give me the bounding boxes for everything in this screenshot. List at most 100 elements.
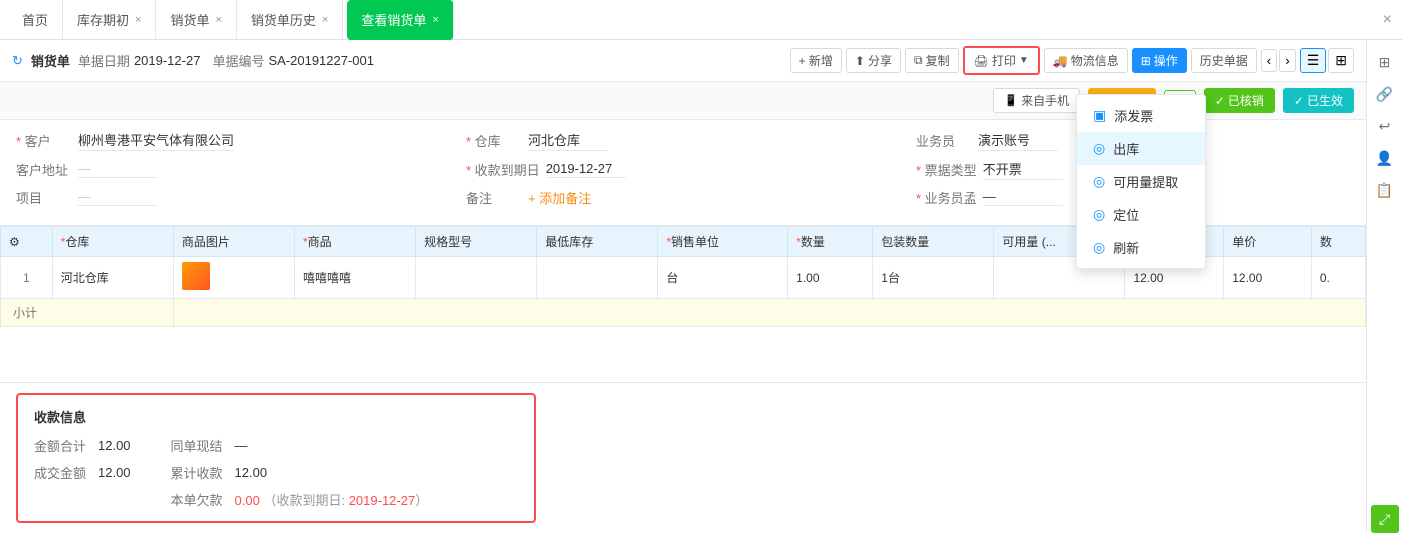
confirmed-cancelled-button[interactable]: ✓ 已核销 — [1204, 88, 1275, 113]
col-product: *商品 — [294, 227, 415, 257]
dropdown-menu: ▣ 添发票 ◎ 出库 ◎ 可用量提取 ◎ 定位 ◎ 刷新 — [1076, 94, 1206, 269]
project-field: 项目 — — [16, 188, 450, 207]
logistics-button[interactable]: 🚚 物流信息 — [1044, 48, 1128, 73]
add-note-label: + 添加备注 — [528, 188, 591, 207]
collection-box: 收款信息 金额合计 12.00 成交金额 12.00 — [16, 393, 536, 523]
history-button[interactable]: 历史单据 — [1191, 48, 1257, 73]
doc-header: ↻ 销货单 单据日期 2019-12-27 单据编号 SA-20191227-0… — [0, 40, 1366, 82]
collection-col-right: 同单现结 — 累计收款 12.00 本单欠款 0.00 （收款到期日: 2019… — [171, 436, 429, 509]
address-label: 客户地址 — [16, 160, 72, 179]
row-warehouse: 河北仓库 — [52, 257, 173, 299]
copy-button[interactable]: ⧉ 复制 — [905, 48, 959, 73]
ticket-type-label: 票据类型 — [916, 160, 977, 179]
payment-date-label: 收款到期日 — [466, 160, 540, 179]
staff-label: 业务员 — [916, 131, 972, 150]
share-button[interactable]: ⬆ 分享 — [846, 48, 901, 73]
doc-date-value: 2019-12-27 — [134, 53, 201, 68]
toolbar-right: + 新增 ⬆ 分享 ⧉ 复制 🖨 打印 ▼ — [790, 46, 1354, 75]
doc-number-field: 单据编号 SA-20191227-001 — [212, 51, 374, 70]
subtotal-row: 小计 — [1, 299, 1366, 327]
print-button[interactable]: 🖨 打印 ▼ — [966, 49, 1037, 72]
tab-sales-history[interactable]: 销货单历史 × — [237, 0, 343, 40]
dropdown-outbound[interactable]: ◎ 出库 — [1077, 132, 1205, 165]
tab-sales[interactable]: 销货单 × — [156, 0, 236, 40]
arrears-value: 0.00 （收款到期日: 2019-12-27） — [235, 490, 429, 509]
view-grid-button[interactable]: ⊞ — [1328, 48, 1354, 73]
new-label: + 新增 — [799, 52, 833, 69]
tab-sales-label: 销货单 — [170, 10, 209, 29]
col-min-stock: 最低库存 — [537, 227, 658, 257]
right-icon-1[interactable]: ⊞ — [1371, 48, 1399, 76]
arrears-label: 本单欠款 — [171, 490, 227, 509]
doc-icon: ↻ — [12, 53, 23, 69]
row-min-stock — [537, 257, 658, 299]
row-unit-price: 12.00 — [1224, 257, 1312, 299]
collection-same-order: 同单现结 — — [171, 436, 429, 455]
tab-view-sales-label: 查看销货单 — [361, 10, 426, 29]
collection-rows: 金额合计 12.00 成交金额 12.00 同单现结 — — [34, 436, 518, 509]
outbound-label: 出库 — [1113, 139, 1139, 158]
same-order-value: — — [235, 438, 248, 453]
note-label: 备注 — [466, 188, 522, 207]
col-amount: 数 — [1311, 227, 1365, 257]
prev-button[interactable]: ‹ — [1261, 49, 1277, 72]
next-button[interactable]: › — [1279, 49, 1295, 72]
from-phone-label: 来自手机 — [1021, 92, 1069, 109]
tab-view-sales[interactable]: 查看销货单 × — [347, 0, 453, 40]
customer-label: 客户 — [16, 131, 72, 150]
add-note-button[interactable]: + 添加备注 — [528, 188, 591, 207]
deal-amount-value: 12.00 — [98, 465, 131, 480]
locate-icon: ◎ — [1093, 206, 1105, 223]
col-unit: *销售单位 — [658, 227, 788, 257]
available-qty-label: 可用量提取 — [1113, 172, 1178, 191]
tab-view-sales-close[interactable]: × — [432, 14, 438, 26]
from-phone-button[interactable]: 📱 来自手机 — [993, 88, 1080, 113]
right-icon-4[interactable]: 👤 — [1371, 144, 1399, 172]
dropdown-refresh[interactable]: ◎ 刷新 — [1077, 231, 1205, 264]
operate-button[interactable]: ⊞ 操作 — [1132, 48, 1187, 73]
tab-inventory-label: 库存期初 — [77, 10, 129, 29]
right-icon-3[interactable]: ↩ — [1371, 112, 1399, 140]
window-close-icon[interactable]: × — [1383, 11, 1392, 29]
bottom-panel: 收款信息 金额合计 12.00 成交金额 12.00 — [0, 383, 1366, 533]
tab-bar: 首页 库存期初 × 销货单 × 销货单历史 × 查看销货单 × × — [0, 0, 1402, 40]
staff2-value: — — [983, 189, 1063, 206]
print-highlight: 🖨 打印 ▼ — [963, 46, 1040, 75]
col-warehouse: *仓库 — [52, 227, 173, 257]
tab-sales-history-close[interactable]: × — [322, 14, 328, 26]
tab-sales-close[interactable]: × — [215, 14, 221, 26]
row-unit: 台 — [658, 257, 788, 299]
collection-total-amount: 金额合计 12.00 — [34, 436, 131, 455]
tab-home-label: 首页 — [22, 10, 48, 29]
doc-number-label: 单据编号 — [212, 51, 264, 70]
tab-inventory-close[interactable]: × — [135, 14, 141, 26]
right-icon-5[interactable]: 📋 — [1371, 176, 1399, 204]
right-icon-2[interactable]: 🔗 — [1371, 80, 1399, 108]
dropdown-locate[interactable]: ◎ 定位 — [1077, 198, 1205, 231]
total-amount-label: 金额合计 — [34, 436, 90, 455]
doc-date-field: 单据日期 2019-12-27 — [78, 51, 201, 70]
tab-home[interactable]: 首页 — [8, 0, 63, 40]
deal-amount-label: 成交金额 — [34, 463, 90, 482]
history-label: 历史单据 — [1200, 52, 1248, 69]
tab-sales-history-label: 销货单历史 — [251, 10, 316, 29]
locate-label: 定位 — [1113, 205, 1139, 224]
warehouse-value: 河北仓库 — [528, 130, 608, 151]
dropdown-available-qty[interactable]: ◎ 可用量提取 — [1077, 165, 1205, 198]
ticket-type-value: 不开票 — [983, 159, 1063, 180]
new-button[interactable]: + 新增 — [790, 48, 842, 73]
dropdown-add-invoice[interactable]: ▣ 添发票 — [1077, 99, 1205, 132]
tab-inventory[interactable]: 库存期初 × — [63, 0, 156, 40]
confirmed-effective-button[interactable]: ✓ 已生效 — [1283, 88, 1354, 113]
cumulative-value: 12.00 — [235, 465, 268, 480]
add-invoice-label: 添发票 — [1114, 106, 1153, 125]
payment-date-field: 收款到期日 2019-12-27 — [466, 160, 900, 179]
row-product: 嘻嘻嘻嘻 — [294, 257, 415, 299]
col-settings[interactable]: ⚙ — [1, 227, 53, 257]
total-amount-value: 12.00 — [98, 438, 131, 453]
staff2-label: 业务员孟 — [916, 188, 977, 207]
project-value: — — [78, 189, 158, 206]
collection-arrears: 本单欠款 0.00 （收款到期日: 2019-12-27） — [171, 490, 429, 509]
right-icon-expand[interactable]: ⤢ — [1371, 505, 1399, 533]
view-list-button[interactable]: ☰ — [1300, 48, 1327, 73]
